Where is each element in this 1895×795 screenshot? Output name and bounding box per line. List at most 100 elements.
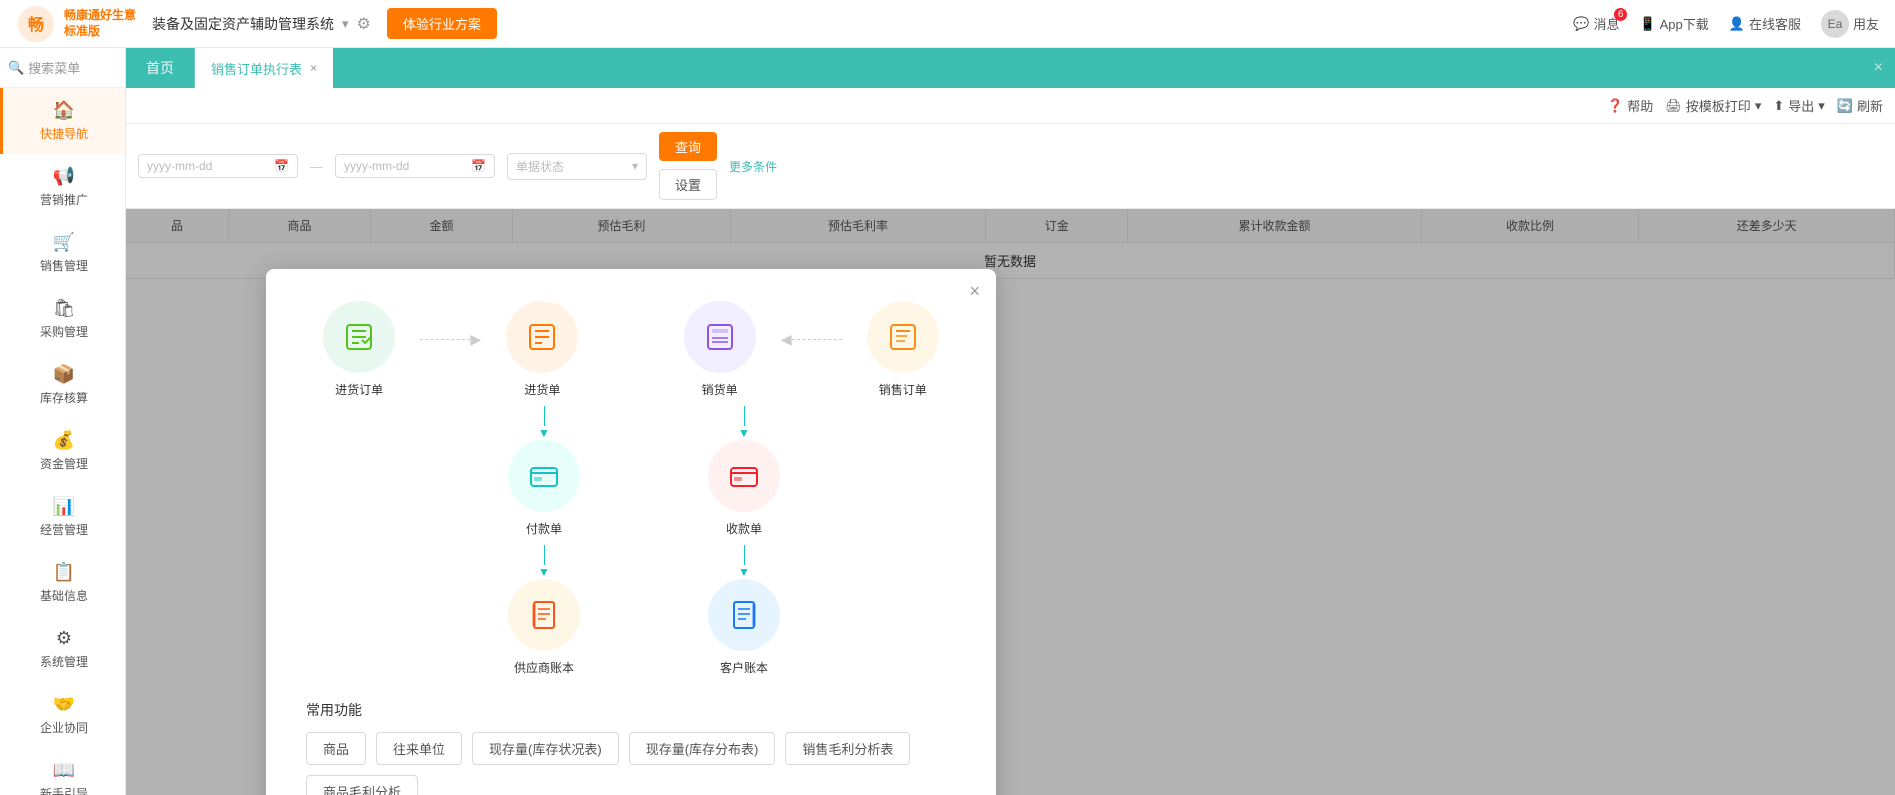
sidebar-item-operation[interactable]: 📊 经营管理 xyxy=(0,484,125,550)
table-wrap: 品 商品 金额 预估毛利 预估毛利率 订金 累计收款金额 收款比例 还差多少天 xyxy=(126,209,1895,795)
sidebar-item-label: 系统管理 xyxy=(40,653,88,670)
func-buttons-row1: 商品 往来单位 现存量(库存状况表) 现存量(库存分布表) 销售毛利分析表 商品… xyxy=(306,732,956,795)
user-avatar[interactable]: Ea 用友 xyxy=(1821,10,1879,38)
tab-home[interactable]: 首页 xyxy=(126,48,195,88)
basic-icon: 📋 xyxy=(53,562,75,583)
message-icon: 💬 xyxy=(1573,16,1589,32)
func-btn-partner[interactable]: 往来单位 xyxy=(376,732,462,765)
user-name: 用友 xyxy=(1853,14,1879,33)
flow-node-customer-ledger: 客户账本 xyxy=(684,579,804,676)
flow-node-supplier-ledger: 供应商账本 xyxy=(484,579,604,676)
flow-diagram: 进货订单 ▶ xyxy=(306,301,956,676)
tab-label: 销售订单执行表 xyxy=(211,59,302,78)
flow-label-customer-ledger: 客户账本 xyxy=(720,659,768,676)
dropdown-icon[interactable]: ▾ xyxy=(342,16,349,32)
flow-label-receipt: 收款单 xyxy=(726,520,762,537)
experience-button[interactable]: 体验行业方案 xyxy=(387,8,497,39)
date-end-input[interactable]: yyyy-mm-dd 📅 xyxy=(335,154,495,178)
sidebar-item-quick[interactable]: 🏠 快捷导航 xyxy=(0,88,125,154)
tab-bar-close[interactable]: × xyxy=(1874,48,1883,88)
sidebar-item-label: 资金管理 xyxy=(40,455,88,472)
sidebar-item-system[interactable]: ⚙ 系统管理 xyxy=(0,616,125,682)
status-select[interactable]: 单据状态 ▾ xyxy=(507,153,647,180)
enterprise-icon: 🤝 xyxy=(53,694,75,715)
capital-icon: 💰 xyxy=(53,430,75,451)
print-button[interactable]: 🖨 按模板打印 ▾ xyxy=(1665,96,1761,115)
inventory-icon: 📦 xyxy=(53,364,75,385)
sales-slip-icon xyxy=(684,301,756,373)
sidebar: 🔍 搜索菜单 🏠 快捷导航 📢 营销推广 🛒 销售管理 🛍 xyxy=(0,48,126,795)
sales-icon: 🛒 xyxy=(53,232,75,253)
filter-row: yyyy-mm-dd 📅 — yyyy-mm-dd 📅 单据状态 ▾ 查询 设置… xyxy=(126,124,1895,209)
sidebar-item-label: 基础信息 xyxy=(40,587,88,604)
date-input[interactable]: yyyy-mm-dd 📅 xyxy=(138,154,298,178)
search-label: 搜索菜单 xyxy=(28,58,80,77)
help-icon: ❓ xyxy=(1607,98,1623,114)
marketing-icon: 📢 xyxy=(53,166,75,187)
message-button[interactable]: 💬 消息 6 xyxy=(1573,14,1619,33)
help-button[interactable]: ❓ 帮助 xyxy=(1607,96,1653,115)
sidebar-item-purchase[interactable]: 🛍 采购管理 xyxy=(0,286,125,352)
supplier-ledger-icon xyxy=(508,579,580,651)
func-btn-sales-profit[interactable]: 销售毛利分析表 xyxy=(785,732,910,765)
tab-bar: 首页 销售订单执行表 × × xyxy=(126,48,1895,88)
logo-area: 畅 畅康通好生意 标准版 xyxy=(16,4,136,44)
online-service-button[interactable]: 👤 在线客服 xyxy=(1729,14,1801,33)
receipt-icon xyxy=(708,440,780,512)
app-download-button[interactable]: 📱 App下载 xyxy=(1639,14,1708,33)
export-button[interactable]: ⬆ 导出 ▾ xyxy=(1773,96,1824,115)
flow-node-receipt: 收款单 xyxy=(684,440,804,537)
sidebar-item-label: 采购管理 xyxy=(40,323,88,340)
service-icon: 👤 xyxy=(1729,16,1745,32)
settings-icon[interactable]: ⚙ xyxy=(357,14,371,34)
print-dropdown-icon: ▾ xyxy=(1755,98,1762,114)
sidebar-menu: 🏠 快捷导航 📢 营销推广 🛒 销售管理 🛍 采购管理 📦 库存核 xyxy=(0,88,125,795)
export-icon: ⬆ xyxy=(1773,98,1784,114)
avatar: Ea xyxy=(1821,10,1849,38)
func-btn-stock-status[interactable]: 现存量(库存状况表) xyxy=(472,732,619,765)
operation-icon: 📊 xyxy=(53,496,75,517)
query-button[interactable]: 查询 xyxy=(659,132,717,161)
func-btn-stock-dist[interactable]: 现存量(库存分布表) xyxy=(629,732,776,765)
quick-icon: 🏠 xyxy=(53,100,75,121)
common-func-title: 常用功能 xyxy=(306,700,956,720)
flow-label-supplier-ledger: 供应商账本 xyxy=(514,659,574,676)
export-dropdown-icon: ▾ xyxy=(1818,98,1825,114)
guide-icon: 📖 xyxy=(53,760,75,781)
date-separator: — xyxy=(310,159,323,174)
tab-sales-exec[interactable]: 销售订单执行表 × xyxy=(195,48,333,88)
sales-order-icon xyxy=(867,301,939,373)
system-icon: ⚙ xyxy=(56,628,72,649)
sidebar-item-label: 销售管理 xyxy=(40,257,88,274)
payment-icon xyxy=(508,440,580,512)
purchase-icon xyxy=(506,301,578,373)
func-btn-goods-profit[interactable]: 商品毛利分析 xyxy=(306,775,418,795)
settings-button[interactable]: 设置 xyxy=(659,169,717,200)
tab-close-button[interactable]: × xyxy=(310,61,317,75)
date-end-placeholder: yyyy-mm-dd xyxy=(344,159,409,173)
customer-ledger-icon xyxy=(708,579,780,651)
sidebar-item-label: 快捷导航 xyxy=(40,125,88,142)
more-conditions-button[interactable]: 更多条件 xyxy=(729,158,777,175)
sidebar-item-marketing[interactable]: 📢 营销推广 xyxy=(0,154,125,220)
status-dropdown-icon: ▾ xyxy=(632,159,638,173)
flow-label-purchase-order: 进货订单 xyxy=(335,381,383,398)
content-area: 首页 销售订单执行表 × × ❓ 帮助 🖨 按模板打印 ▾ xyxy=(126,48,1895,795)
flow-label-purchase: 进货单 xyxy=(524,381,560,398)
sidebar-item-enterprise[interactable]: 🤝 企业协同 xyxy=(0,682,125,748)
top-bar: 畅 畅康通好生意 标准版 装备及固定资产辅助管理系统 ▾ ⚙ 体验行业方案 💬 … xyxy=(0,0,1895,48)
calendar-end-icon: 📅 xyxy=(471,159,486,173)
sidebar-item-sales[interactable]: 🛒 销售管理 xyxy=(0,220,125,286)
sidebar-item-capital[interactable]: 💰 资金管理 xyxy=(0,418,125,484)
refresh-button[interactable]: 🔄 刷新 xyxy=(1837,96,1883,115)
sidebar-item-guide[interactable]: 📖 新手引导 xyxy=(0,748,125,795)
flow-node-purchase: 进货单 xyxy=(489,301,595,398)
top-right-area: 💬 消息 6 📱 App下载 👤 在线客服 Ea 用友 xyxy=(1573,10,1879,38)
sidebar-search[interactable]: 🔍 搜索菜单 xyxy=(0,48,125,88)
message-badge: 6 xyxy=(1614,8,1628,21)
func-btn-goods[interactable]: 商品 xyxy=(306,732,366,765)
modal-overlay: × 进货订单 xyxy=(126,209,1895,795)
sidebar-item-inventory[interactable]: 📦 库存核算 xyxy=(0,352,125,418)
modal-close-button[interactable]: × xyxy=(969,281,980,302)
sidebar-item-basic[interactable]: 📋 基础信息 xyxy=(0,550,125,616)
